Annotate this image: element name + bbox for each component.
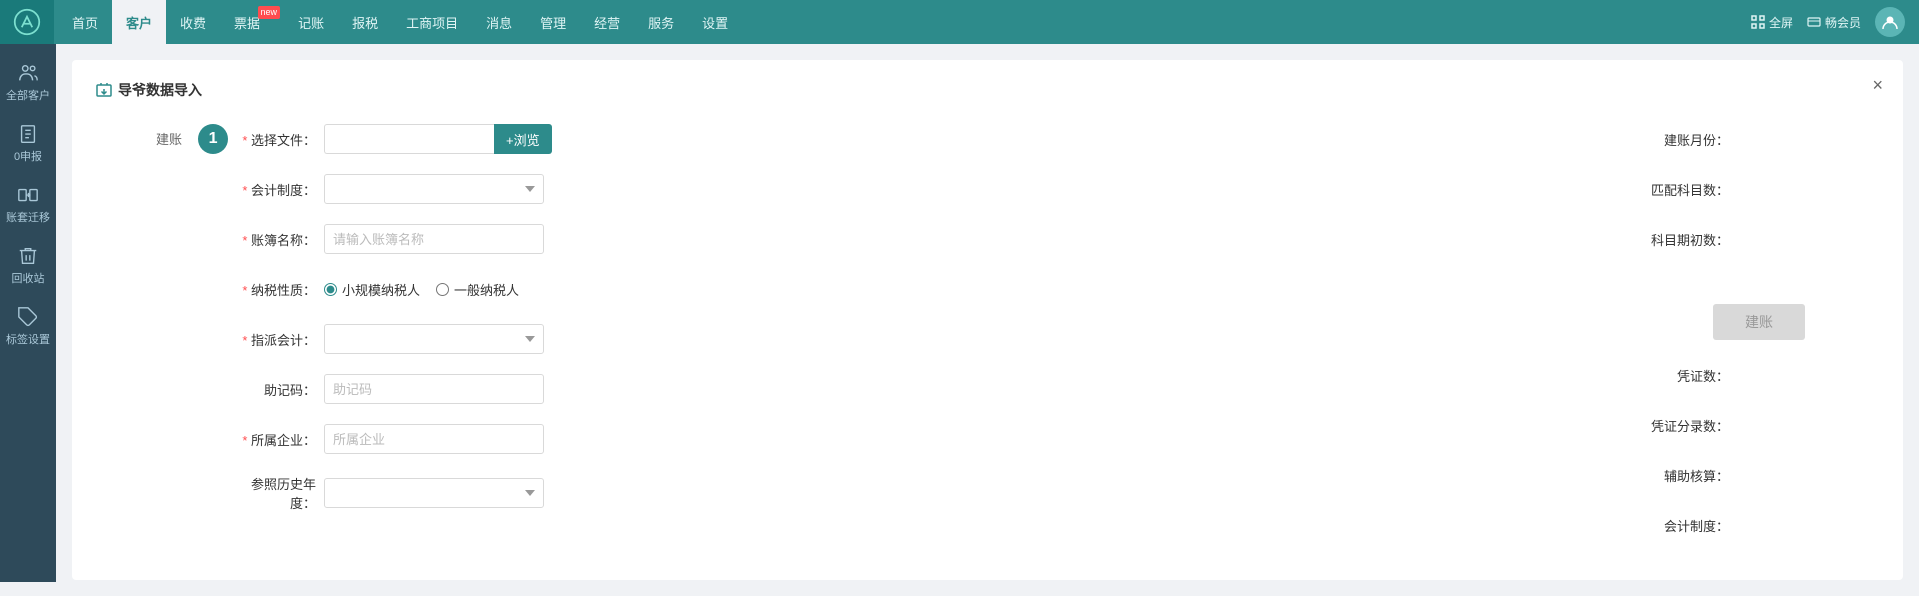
memo-label: 助记码： — [236, 380, 316, 399]
subject-initial-row: 科目期初数： — [1639, 224, 1879, 254]
browse-button[interactable]: +浏览 — [494, 124, 552, 154]
navbar: 首页 客户 收费 票据 new 记账 报税 工商项目 消息 管理 经营 服务 设… — [0, 0, 1919, 44]
accounting-system-label: 会计制度： — [236, 180, 316, 199]
nav-operation[interactable]: 经营 — [580, 0, 634, 44]
tax-option2-label[interactable]: 一般纳税人 — [436, 280, 519, 299]
tax-option1-text: 小规模纳税人 — [342, 280, 420, 299]
nav-client[interactable]: 客户 — [112, 0, 166, 44]
vip-btn[interactable]: 畅会员 — [1807, 14, 1861, 31]
match-subject-label: 匹配科目数： — [1639, 180, 1729, 199]
card-title-text: 导爷数据导入 — [118, 80, 202, 100]
nav-industry[interactable]: 工商项目 — [392, 0, 472, 44]
accountant-select[interactable] — [324, 324, 544, 354]
sidebar-label-migration: 账套迁移 — [6, 209, 50, 225]
nav-settings[interactable]: 设置 — [688, 0, 742, 44]
tax-radio-group: 小规模纳税人 一般纳税人 — [324, 274, 519, 304]
aux-row: 辅助核算： — [1639, 460, 1879, 490]
step-label: 建账 — [156, 124, 182, 156]
file-row: 选择文件： +浏览 — [236, 124, 1579, 154]
ledger-name-label: 账簿名称： — [236, 230, 316, 249]
file-input-group: +浏览 — [324, 124, 552, 154]
nav-manage[interactable]: 管理 — [526, 0, 580, 44]
navbar-right: 全屏 畅会员 — [1751, 7, 1919, 37]
nav-fee[interactable]: 收费 — [166, 0, 220, 44]
tax-type-label: 纳税性质： — [236, 280, 316, 299]
step-circle: 1 — [198, 124, 228, 154]
nav-invoice[interactable]: 票据 new — [220, 0, 284, 44]
history-year-row: 参照历史年度： — [236, 474, 1579, 512]
sidebar-item-tags[interactable]: 标签设置 — [0, 296, 56, 357]
accounting-system-select[interactable] — [324, 174, 544, 204]
sidebar-label-all-clients: 全部客户 — [6, 87, 50, 103]
nav-service[interactable]: 服务 — [634, 0, 688, 44]
memo-input[interactable] — [324, 374, 544, 404]
new-badge: new — [258, 6, 281, 19]
form-right: 建账月份： 匹配科目数： 科目期初数： 建账 凭证数： — [1579, 124, 1879, 540]
voucher-count-row: 凭证数： — [1639, 360, 1879, 390]
voucher-entry-label: 凭证分录数： — [1639, 416, 1729, 435]
accountant-label: 指派会计： — [236, 330, 316, 349]
tax-option1-label[interactable]: 小规模纳税人 — [324, 280, 420, 299]
sidebar-label-tags: 标签设置 — [6, 331, 50, 347]
card-title: 导爷数据导入 — [96, 80, 1879, 100]
accounting-system2-label: 会计制度： — [1639, 516, 1729, 535]
ledger-name-input[interactable] — [324, 224, 544, 254]
voucher-entry-row: 凭证分录数： — [1639, 410, 1879, 440]
sidebar: 全部客户 0申报 账套迁移 回收站 标签设置 — [0, 44, 56, 582]
tax-type-row: 纳税性质： 小规模纳税人 一般纳税人 — [236, 274, 1579, 304]
file-input[interactable] — [324, 124, 494, 154]
fullscreen-label: 全屏 — [1769, 14, 1793, 31]
history-label: 参照历史年度： — [236, 474, 316, 512]
sidebar-label-recycle: 回收站 — [12, 270, 45, 286]
nav-message[interactable]: 消息 — [472, 0, 526, 44]
vip-label: 畅会员 — [1825, 14, 1861, 31]
fullscreen-btn[interactable]: 全屏 — [1751, 14, 1793, 31]
sidebar-item-migration[interactable]: 账套迁移 — [0, 174, 56, 235]
close-button[interactable]: × — [1872, 76, 1883, 94]
build-month-row: 建账月份： — [1639, 124, 1879, 154]
build-button[interactable]: 建账 — [1713, 304, 1805, 340]
nav-home[interactable]: 首页 — [58, 0, 112, 44]
nav-tax[interactable]: 报税 — [338, 0, 392, 44]
sidebar-item-recycle[interactable]: 回收站 — [0, 235, 56, 296]
build-btn-container: 建账 — [1639, 294, 1879, 340]
memo-row: 助记码： — [236, 374, 1579, 404]
app-logo[interactable] — [0, 0, 54, 44]
accounting-system2-row: 会计制度： — [1639, 510, 1879, 540]
sidebar-item-all-clients[interactable]: 全部客户 — [0, 52, 56, 113]
build-month-label: 建账月份： — [1639, 130, 1729, 149]
history-year-select[interactable] — [324, 478, 544, 508]
aux-label: 辅助核算： — [1639, 466, 1729, 485]
ledger-name-row: 账簿名称： — [236, 224, 1579, 254]
company-label: 所属企业： — [236, 430, 316, 449]
match-subject-row: 匹配科目数： — [1639, 174, 1879, 204]
accountant-row: 指派会计： — [236, 324, 1579, 354]
file-label: 选择文件： — [236, 130, 316, 149]
company-input[interactable] — [324, 424, 544, 454]
nav-account[interactable]: 记账 — [284, 0, 338, 44]
form-container: 建账 1 选择文件： +浏览 会计制度： — [96, 124, 1879, 540]
form-left: 选择文件： +浏览 会计制度： 账簿名称： — [236, 124, 1579, 540]
import-icon — [96, 82, 112, 98]
voucher-count-label: 凭证数： — [1639, 366, 1729, 385]
sidebar-label-declaration: 0申报 — [14, 148, 42, 164]
tax-option1-radio[interactable] — [324, 283, 337, 296]
main-content: 导爷数据导入 × 建账 1 选择文件： +浏览 — [56, 44, 1919, 596]
accounting-system-row: 会计制度： — [236, 174, 1579, 204]
sidebar-item-declaration[interactable]: 0申报 — [0, 113, 56, 174]
import-card: 导爷数据导入 × 建账 1 选择文件： +浏览 — [72, 60, 1903, 580]
tax-option2-text: 一般纳税人 — [454, 280, 519, 299]
avatar[interactable] — [1875, 7, 1905, 37]
tax-option2-radio[interactable] — [436, 283, 449, 296]
subject-initial-label: 科目期初数： — [1639, 230, 1729, 249]
nav-menu: 首页 客户 收费 票据 new 记账 报税 工商项目 消息 管理 经营 服务 设… — [54, 0, 1751, 44]
company-row: 所属企业： — [236, 424, 1579, 454]
